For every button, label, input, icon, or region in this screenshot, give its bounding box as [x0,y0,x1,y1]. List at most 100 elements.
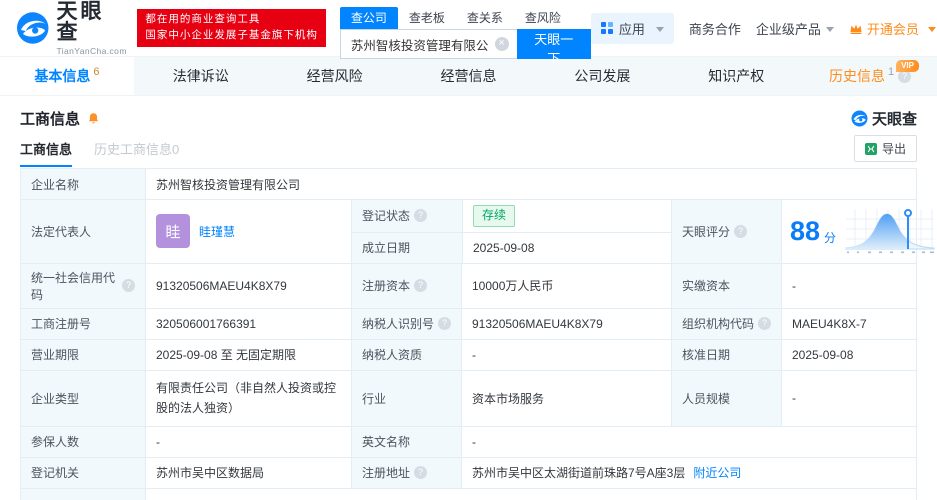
reg-authority-label: 登记机关 [21,457,145,488]
score-label: 天眼评分 ? [671,200,781,263]
nav-open-membership[interactable]: 开通会员 [849,19,936,38]
subtabs-row: 工商信息 历史工商信息0 导出 [20,135,917,167]
tab-label: 经营风险 [306,68,363,84]
english-name-value: - [461,426,916,457]
top-header: 天眼查 TianYanCha.com 都在用的商业查询工具 国家中小企业发展子基… [0,0,937,66]
staff-size-value: - [781,370,916,426]
org-code-value: MAEU4K8X-7 [781,308,916,339]
company-name-value: 苏州智核投资管理有限公司 [145,169,916,199]
org-code-label: 组织机构代码 ? [671,308,781,339]
paid-capital-label: 实缴资本 [671,263,781,308]
establish-date-value: 2025-09-08 [462,232,672,263]
score-value: 88 分 [781,200,937,263]
search-tab-risk[interactable]: 查风险 [514,7,572,29]
tianyancha-logo[interactable]: 天眼查 TianYanCha.com [16,1,127,56]
help-icon[interactable]: ? [758,317,771,331]
tab-label: 基本信息 [34,68,91,84]
taxpayer-id-value: 91320506MAEU4K8X79 [461,308,671,339]
tab-operating-risk[interactable]: 经营风险 [268,57,402,95]
reg-authority-value: 苏州市吴中区数据局 [145,457,351,488]
help-icon[interactable]: ? [414,279,428,293]
reg-address-label: 注册地址 ? [351,457,461,488]
search-tab-company[interactable]: 查公司 [339,7,398,29]
staff-size-label: 人员规模 [671,370,781,426]
tab-operating-info[interactable]: 经营信息 [402,57,536,95]
apps-label: 应用 [618,21,645,37]
main-content: 工商信息 天眼查 工商信息 历史工商信息0 导出 企业名称 苏州智核投资管理有限… [0,96,937,500]
logo-title: 天眼查 [56,0,105,44]
legal-rep-label: 法定代表人 [21,200,145,263]
membership-label: 开通会员 [866,21,919,37]
subtab-business-info[interactable]: 工商信息 [20,139,73,167]
enterprise-label: 企业级产品 [755,21,821,37]
tab-label: 法律诉讼 [172,68,229,84]
clear-search-icon[interactable]: × [494,37,509,51]
tianyancha-eye-icon [851,110,868,126]
search-area: 查公司 查老板 查关系 查风险 × 天眼一下 [339,7,591,66]
subtab-count: 0 [172,142,180,157]
tab-history-info[interactable]: VIP 历史信息 1 ? [803,57,937,95]
nav-business-cooperation[interactable]: 商务合作 [689,19,741,38]
approval-date-label: 核准日期 [671,339,781,370]
insured-label: 参保人数 [21,426,145,457]
score-distribution-chart [845,209,935,254]
help-icon[interactable]: ? [414,466,428,480]
tab-count: 6 [93,66,100,78]
help-icon[interactable]: ? [438,317,451,331]
export-button[interactable]: 导出 [853,135,917,162]
tab-company-development[interactable]: 公司发展 [535,57,669,95]
establish-date-label: 成立日期 [352,232,462,263]
reg-status-value: 存续 [462,200,672,232]
table-row-business-term: 营业期限 2025-09-08 至 无固定期限 纳税人资质 - 核准日期 202… [21,338,916,370]
subscribe-bell-icon[interactable] [87,112,100,125]
tianyancha-eye-icon [16,12,49,44]
business-term-label: 营业期限 [21,339,145,370]
business-info-table: 企业名称 苏州智核投资管理有限公司 法定代表人 眭 眭瑾慧 登记状态 ? 存续 [20,168,935,500]
table-row-business-scope: 经营范围 ? 一般项目：股权投资；创业投资（限投资未上市企业）；以自有资金从事投… [21,487,916,500]
reg-number-value: 320506001766391 [145,308,351,339]
business-scope-label: 经营范围 ? [21,488,145,500]
company-search-input[interactable] [339,29,517,59]
table-row-company-name: 企业名称 苏州智核投资管理有限公司 [21,169,916,199]
legal-rep-link[interactable]: 眭瑾慧 [199,223,235,240]
tab-basic-info[interactable]: 基本信息 6 [0,57,134,95]
company-type-label: 企业类型 [21,370,145,426]
slogan-line-1: 都在用的商业查询工具 [145,13,261,26]
label-text: 统一社会信用代码 [31,270,116,302]
chevron-down-icon [927,26,936,32]
label-text: 纳税人识别号 [362,317,435,332]
legal-rep-avatar[interactable]: 眭 [156,214,190,249]
top-nav: 应用 商务合作 企业级产品 开通会员 费米 [590,12,937,44]
tab-legal-proceedings[interactable]: 法律诉讼 [134,57,268,95]
status-date-group: 登记状态 ? 存续 成立日期 2025-09-08 [351,200,671,263]
tab-count: 1 [888,66,895,78]
apps-grid-icon [600,22,613,34]
tab-intellectual-property[interactable]: 知识产权 [669,57,803,95]
chevron-down-icon [655,26,664,32]
apps-menu[interactable]: 应用 [590,12,674,44]
help-icon[interactable]: ? [414,209,428,223]
search-button[interactable]: 天眼一下 [516,29,591,66]
crown-icon [850,24,862,34]
reg-status-label: 登记状态 ? [352,200,462,232]
search-tabs: 查公司 查老板 查关系 查风险 [339,7,591,29]
reg-address-value: 苏州市吴中区太湖街道前珠路7号A座3层 附近公司 [461,457,916,488]
business-term-value: 2025-09-08 至 无固定期限 [145,339,351,370]
company-name-label: 企业名称 [21,169,145,199]
logo-subtitle: TianYanCha.com [56,45,127,56]
nav-enterprise-products[interactable]: 企业级产品 [756,19,834,38]
search-tab-boss[interactable]: 查老板 [398,7,456,29]
help-icon[interactable]: ? [122,279,135,293]
vip-badge: VIP [896,60,919,73]
help-icon[interactable]: ? [734,224,748,238]
tab-label: 经营信息 [440,68,497,84]
address-text: 苏州市吴中区太湖街道前珠路7号A座3层 [472,466,686,481]
subtab-history-business-info[interactable]: 历史工商信息0 [94,139,179,167]
search-tab-relation[interactable]: 查关系 [456,7,514,29]
export-label: 导出 [881,142,906,156]
reg-capital-label: 注册资本 ? [351,263,461,308]
status-badge: 存续 [473,205,516,227]
label-text: 注册地址 [362,466,411,481]
nearby-companies-link[interactable]: 附近公司 [693,464,741,481]
table-row-reg-number: 工商注册号 320506001766391 纳税人识别号 ? 91320506M… [21,307,916,339]
